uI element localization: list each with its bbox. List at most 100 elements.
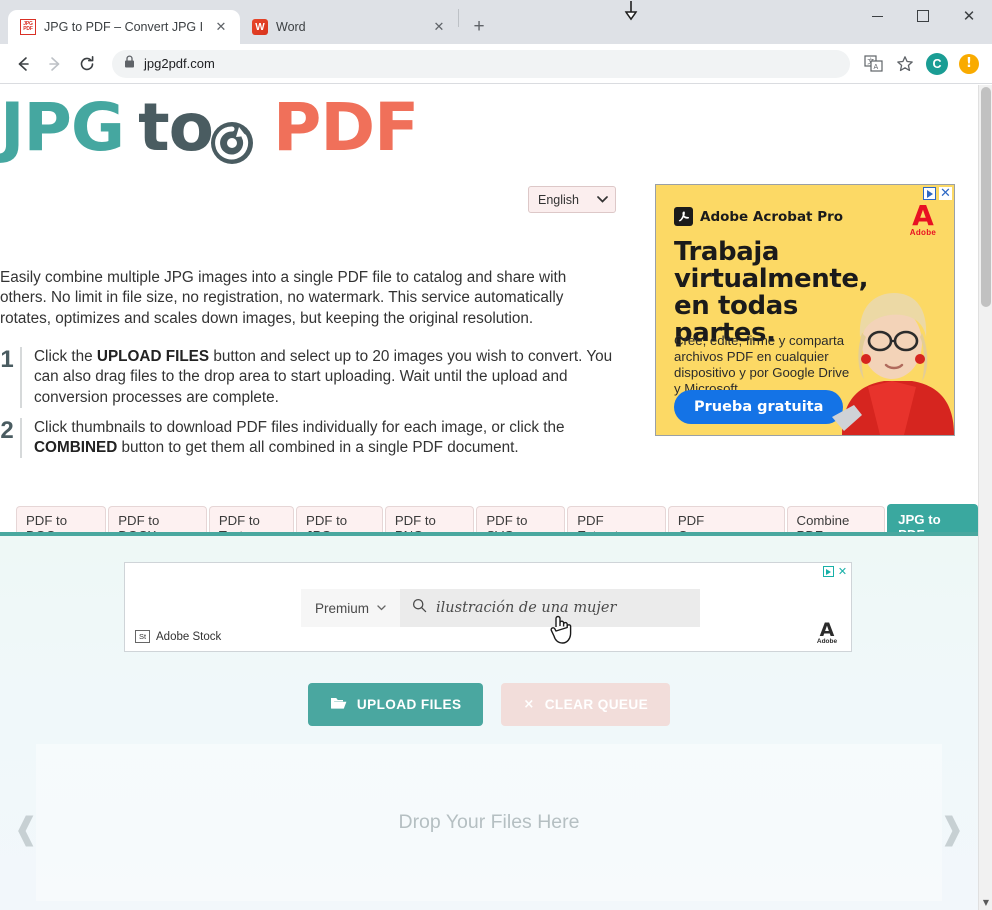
instruction-step: 2 Click thumbnails to download PDF files… [0,418,625,459]
step-prefix: Click thumbnails to download PDF files i… [34,418,565,436]
page-viewport: JPG to PDF English Easily combine multip… [0,85,978,910]
adobe-a-mark: A [912,199,934,232]
next-arrow-icon[interactable]: ❱ [939,814,965,845]
step-text: Click thumbnails to download PDF files i… [34,418,625,459]
ad-cta-button[interactable]: Prueba gratuita [674,390,844,424]
ad-model-photo [832,267,954,435]
bookmark-star-icon[interactable] [890,49,920,79]
acrobat-icon [674,207,693,226]
page-scrollbar[interactable]: ▼ [978,85,992,910]
stock-badge-icon: St [135,630,150,643]
upload-section: ✕ Premium ilustración de una mujer St Ad… [0,536,978,910]
clear-queue-button[interactable]: × CLEAR QUEUE [501,683,671,726]
ad-body-text: Cree, edite, firme y comparta archivos P… [674,333,850,396]
stock-search-query: ilustración de una mujer [436,600,617,616]
browser-tab-title: JPG to PDF – Convert JPG Image [44,20,204,34]
refresh-circle-icon [209,111,255,164]
intro-paragraph: Easily combine multiple JPG images into … [0,269,567,327]
adobe-a-mark: A [819,618,835,641]
language-select[interactable]: English [528,186,616,213]
reload-icon[interactable] [72,49,102,79]
scrollbar-thumb[interactable] [981,87,991,307]
language-select-value: English [538,192,579,207]
scroll-down-arrow-icon[interactable]: ▼ [979,894,992,910]
browser-window: JPGPDF JPG to PDF – Convert JPG Image ✕ … [0,0,992,910]
ad-choices-controls: ✕ [923,186,952,201]
back-icon[interactable] [8,49,38,79]
dropzone-area: ❰ Drop Your Files Here ❱ [0,744,978,904]
ad-brand-row: Adobe Acrobat Pro [674,207,843,226]
step-number: 2 [0,418,22,459]
close-window-button[interactable]: ✕ [946,0,992,32]
maximize-button[interactable] [900,0,946,32]
forward-icon[interactable] [40,49,70,79]
adobe-stock-ad[interactable]: ✕ Premium ilustración de una mujer St Ad… [124,562,852,652]
ad-brand-name: Adobe Acrobat Pro [700,208,844,225]
ad-close-icon[interactable]: ✕ [939,186,952,201]
url-text: jpg2pdf.com [144,56,215,71]
folder-open-icon [330,696,347,713]
step-bold: COMBINED [34,439,118,457]
avatar: C [926,52,948,75]
search-icon [412,598,427,618]
stock-brand-name: Adobe Stock [156,630,222,643]
warning-icon: ! [959,53,979,74]
window-controls: ✕ [854,0,992,32]
browser-titlebar: JPGPDF JPG to PDF – Convert JPG Image ✕ … [0,0,992,44]
minimize-button[interactable] [854,0,900,32]
step-suffix: button to get them all combined in a sin… [117,439,519,457]
new-tab-button[interactable]: + [465,13,493,41]
logo-jpg-text: JPG [0,89,125,166]
adobe-logo: A Adobe [813,618,841,645]
action-buttons: UPLOAD FILES × CLEAR QUEUE [0,683,978,726]
adobe-acrobat-ad[interactable]: ✕ Adobe Acrobat Pro A Adobe Trabaja virt… [655,184,955,436]
tab-close-icon[interactable]: ✕ [430,18,448,36]
browser-tab-word[interactable]: W Word ✕ [240,10,458,44]
tab-strip: JPGPDF JPG to PDF – Convert JPG Image ✕ … [8,0,992,44]
adobe-logo: A Adobe [906,199,940,238]
stock-brand-row: St Adobe Stock [135,630,221,643]
adchoices-icon[interactable] [923,187,936,200]
ad-choices-controls: ✕ [823,565,848,578]
adobe-wordmark: Adobe [816,638,838,645]
step-prefix: Click the [34,348,97,365]
dropzone-label: Drop Your Files Here [398,811,580,833]
translate-icon[interactable]: 文 A [858,49,888,79]
word-icon: W [252,19,268,35]
page-header-section: JPG to PDF English Easily combine multip… [0,85,978,549]
jpgpdf-favicon-icon: JPG PDF [20,19,36,35]
chevron-down-icon [377,603,386,613]
profile-avatar[interactable]: C [922,49,952,79]
browser-toolbar: jpg2pdf.com 文 A C ! [0,44,992,84]
step-bold: UPLOAD FILES [96,348,210,365]
hand-cursor [548,613,574,645]
site-logo[interactable]: JPG to PDF [0,89,419,166]
step-text: Click the UPLOAD FILES button and select… [34,347,625,408]
chevron-down-icon [597,195,608,205]
clear-queue-label: CLEAR QUEUE [544,697,649,712]
adchoices-icon[interactable] [823,566,834,577]
upload-files-label: UPLOAD FILES [356,697,462,712]
update-warning-badge[interactable]: ! [954,49,984,79]
step-number: 1 [0,347,22,408]
close-icon: × [523,697,535,712]
browser-tab-jpg-to-pdf[interactable]: JPGPDF JPG to PDF – Convert JPG Image ✕ [8,10,240,44]
tab-close-icon[interactable]: ✕ [212,18,230,36]
file-dropzone[interactable]: Drop Your Files Here [36,744,942,901]
lock-icon [124,54,135,73]
svg-text:A: A [873,64,878,71]
ad-close-icon[interactable]: ✕ [837,565,848,578]
resize-cursor [622,0,640,26]
browser-tab-title: Word [276,20,306,34]
upload-files-button[interactable]: UPLOAD FILES [307,683,484,726]
tab-separator [458,9,459,27]
logo-to-text: to [138,89,214,166]
instruction-steps: 1 Click the UPLOAD FILES button and sele… [0,347,625,468]
stock-premium-label: Premium [315,600,370,616]
stock-premium-dropdown[interactable]: Premium [301,589,401,627]
address-bar[interactable]: jpg2pdf.com [112,49,850,78]
instruction-step: 1 Click the UPLOAD FILES button and sele… [0,347,625,408]
adobe-wordmark: Adobe [909,228,937,238]
stock-search-row: Premium ilustración de una mujer [301,589,701,627]
logo-pdf-text: PDF [273,89,419,166]
